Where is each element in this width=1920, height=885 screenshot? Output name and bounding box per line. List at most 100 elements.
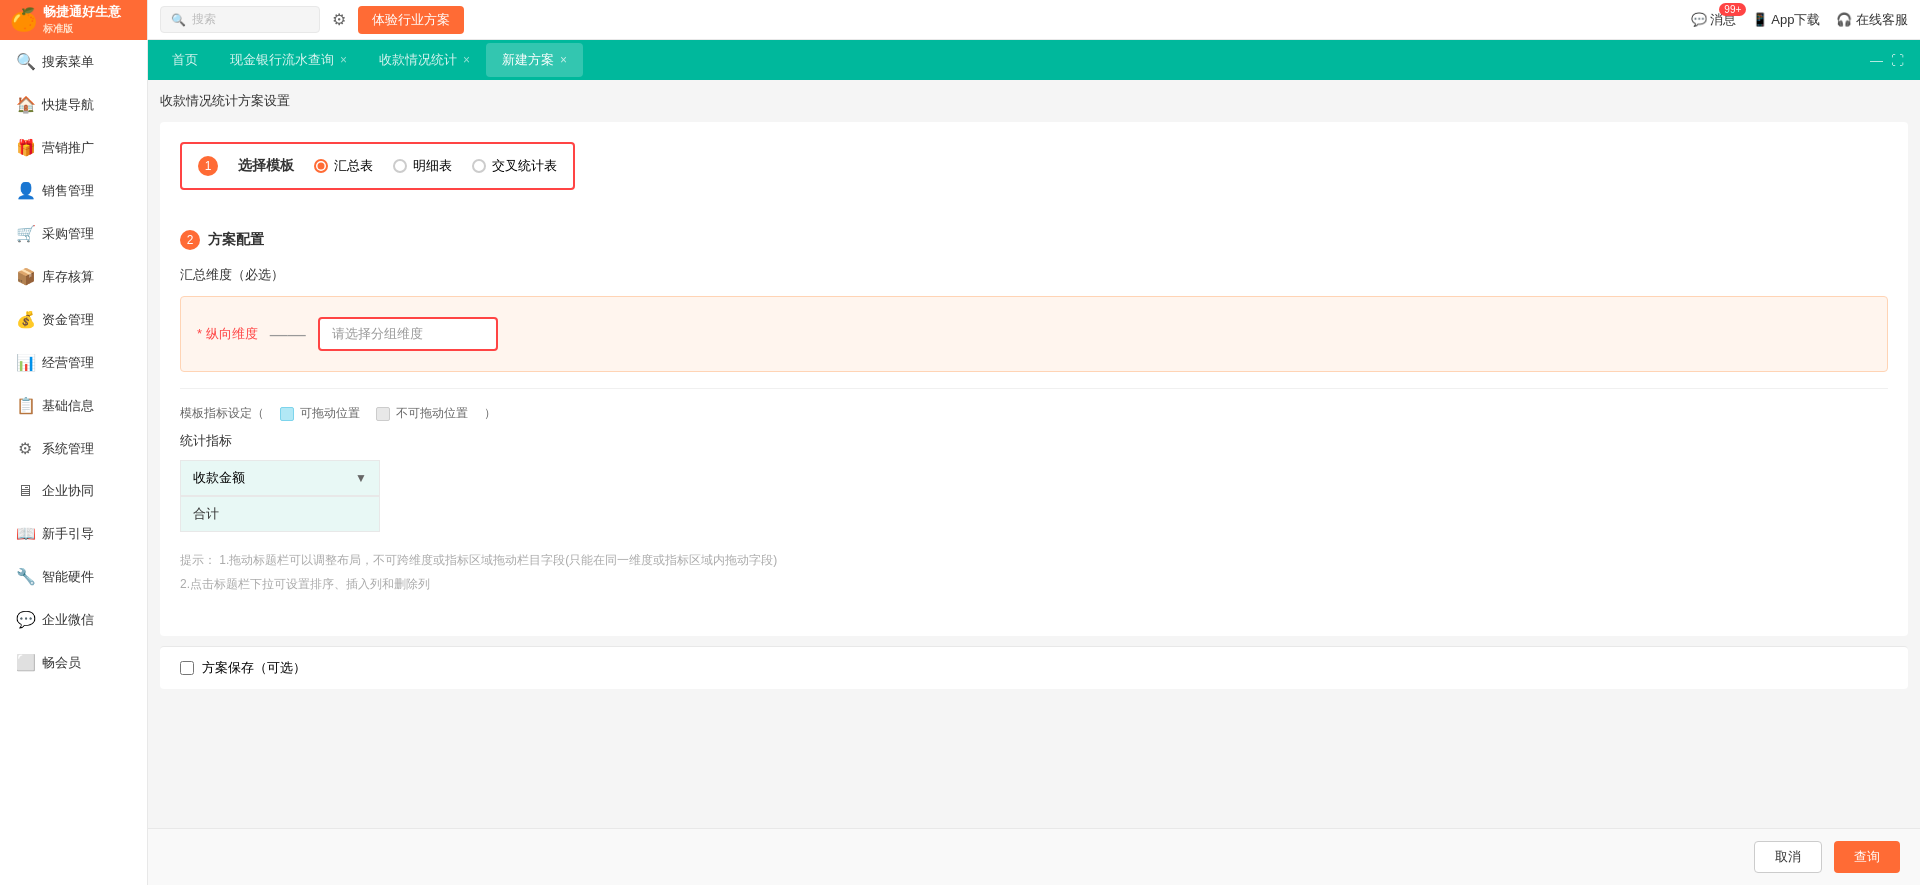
logo-version: 标准版 <box>43 22 121 36</box>
metrics-dropdown-icon[interactable]: ▼ <box>355 471 367 485</box>
service-icon: 🎧 <box>1836 12 1852 27</box>
radio-summary-label: 汇总表 <box>334 157 373 175</box>
sidebar-item-label: 搜索菜单 <box>42 53 94 71</box>
radio-detail-label: 明细表 <box>413 157 452 175</box>
template-select-box: 1 选择模板 汇总表 明细表 交叉统计表 <box>180 142 575 190</box>
metrics-legend-suffix: ） <box>484 405 496 422</box>
tab-home[interactable]: 首页 <box>156 43 214 77</box>
radio-summary-dot[interactable] <box>314 159 328 173</box>
sidebar-item-operation[interactable]: 📊 经营管理 <box>0 341 147 384</box>
step1-header: 1 选择模板 汇总表 明细表 交叉统计表 <box>180 142 1888 210</box>
nav-tabs: 首页 现金银行流水查询 × 收款情况统计 × 新建方案 × — ⛶ <box>148 40 1920 80</box>
fixed-box <box>376 407 390 421</box>
step2-section: 2 方案配置 汇总维度（必选） * 纵向维度 —— 请选择分组维度 <box>180 230 1888 596</box>
radio-detail[interactable]: 明细表 <box>393 157 452 175</box>
sidebar-item-purchase[interactable]: 🛒 采购管理 <box>0 212 147 255</box>
radio-summary[interactable]: 汇总表 <box>314 157 373 175</box>
sidebar-item-quick-nav[interactable]: 🏠 快捷导航 <box>0 83 147 126</box>
main-card: 1 选择模板 汇总表 明细表 交叉统计表 <box>160 122 1908 636</box>
sidebar-item-wechat[interactable]: 💬 企业微信 <box>0 598 147 641</box>
metrics-row-total: 合计 <box>181 496 379 531</box>
sidebar-item-marketing[interactable]: 🎁 营销推广 <box>0 126 147 169</box>
sidebar-item-label: 企业微信 <box>42 611 94 629</box>
arrow-icon: —— <box>270 324 306 345</box>
sidebar-item-label: 经营管理 <box>42 354 94 372</box>
sidebar-item-label: 营销推广 <box>42 139 94 157</box>
tab-receipt-stat[interactable]: 收款情况统计 × <box>363 43 486 77</box>
dimension-select-placeholder: 请选择分组维度 <box>332 325 423 343</box>
tab-bank-flow-close[interactable]: × <box>340 53 347 67</box>
tab-receipt-stat-close[interactable]: × <box>463 53 470 67</box>
radio-cross-dot[interactable] <box>472 159 486 173</box>
trial-button[interactable]: 体验行业方案 <box>358 6 464 34</box>
legend-movable: 可拖动位置 <box>280 405 360 422</box>
metrics-header-label: 收款金额 <box>193 469 245 487</box>
sidebar: 🍊 畅捷通好生意 标准版 🔍 搜索菜单 🏠 快捷导航 🎁 营销推广 👤 销售管理… <box>0 0 148 885</box>
gear-icon[interactable]: ⚙ <box>332 10 346 29</box>
message-icon: 💬 <box>1691 12 1707 27</box>
gift-icon: 🎁 <box>16 138 34 157</box>
radio-cross-label: 交叉统计表 <box>492 157 557 175</box>
sidebar-item-label: 基础信息 <box>42 397 94 415</box>
dimension-select-dropdown[interactable]: 请选择分组维度 <box>318 317 498 351</box>
save-checkbox[interactable] <box>180 661 194 675</box>
topbar-right: 💬 消息 99+ 📱 App下载 🎧 在线客服 <box>1691 11 1908 29</box>
sidebar-item-enterprise[interactable]: 🖥 企业协同 <box>0 470 147 512</box>
chart-icon: 📊 <box>16 353 34 372</box>
dimension-row: * 纵向维度 —— 请选择分组维度 <box>197 317 1871 351</box>
nav-controls: — ⛶ <box>1870 53 1912 68</box>
logo-icon: 🍊 <box>10 7 37 33</box>
sidebar-item-search-menu[interactable]: 🔍 搜索菜单 <box>0 40 147 83</box>
tab-bank-flow-label: 现金银行流水查询 <box>230 51 334 69</box>
hint-1: 提示： 1.拖动标题栏可以调整布局，不可跨维度或指标区域拖动栏目字段(只能在同一… <box>180 548 1888 572</box>
sidebar-item-base-info[interactable]: 📋 基础信息 <box>0 384 147 427</box>
sidebar-logo: 🍊 畅捷通好生意 标准版 <box>0 0 147 40</box>
page-title: 收款情况统计方案设置 <box>160 92 1908 110</box>
tab-new-plan-close[interactable]: × <box>560 53 567 67</box>
download-icon: 📱 <box>1752 12 1768 27</box>
message-badge[interactable]: 💬 消息 99+ <box>1691 11 1737 29</box>
sidebar-item-inventory[interactable]: 📦 库存核算 <box>0 255 147 298</box>
sidebar-item-system[interactable]: ⚙ 系统管理 <box>0 427 147 470</box>
sidebar-item-member[interactable]: ⬜ 畅会员 <box>0 641 147 684</box>
metrics-header[interactable]: 收款金额 ▼ <box>181 461 379 496</box>
tab-home-label: 首页 <box>172 51 198 69</box>
topbar: 🔍 搜索 ⚙ 体验行业方案 💬 消息 99+ 📱 App下载 🎧 在线客服 <box>148 0 1920 40</box>
sidebar-item-finance[interactable]: 💰 资金管理 <box>0 298 147 341</box>
sidebar-item-label: 系统管理 <box>42 440 94 458</box>
box-icon: 📦 <box>16 267 34 286</box>
settings-icon: ⚙ <box>16 439 34 458</box>
radio-detail-dot[interactable] <box>393 159 407 173</box>
step2-title: 方案配置 <box>208 231 264 249</box>
sidebar-item-hardware[interactable]: 🔧 智能硬件 <box>0 555 147 598</box>
config-section: 汇总维度（必选） * 纵向维度 —— 请选择分组维度 <box>180 266 1888 596</box>
sidebar-item-label: 企业协同 <box>42 482 94 500</box>
radio-cross[interactable]: 交叉统计表 <box>472 157 557 175</box>
metrics-title: 统计指标 <box>180 432 1888 450</box>
vertical-dimension-label: * 纵向维度 <box>197 325 258 343</box>
sidebar-item-label: 库存核算 <box>42 268 94 286</box>
metrics-table: 收款金额 ▼ 合计 <box>180 460 380 532</box>
download-label: App下载 <box>1771 12 1820 27</box>
tab-receipt-stat-label: 收款情况统计 <box>379 51 457 69</box>
hints-area: 提示： 1.拖动标题栏可以调整布局，不可跨维度或指标区域拖动栏目字段(只能在同一… <box>180 548 1888 596</box>
tab-new-plan[interactable]: 新建方案 × <box>486 43 583 77</box>
dimension-section-label: 汇总维度（必选） <box>180 266 1888 284</box>
search-box[interactable]: 🔍 搜索 <box>160 6 320 33</box>
query-button[interactable]: 查询 <box>1834 841 1900 873</box>
save-label: 方案保存（可选） <box>202 659 306 677</box>
nav-minimize-icon[interactable]: — <box>1870 53 1883 68</box>
money-icon: 💰 <box>16 310 34 329</box>
sidebar-item-sales[interactable]: 👤 销售管理 <box>0 169 147 212</box>
service-link[interactable]: 🎧 在线客服 <box>1836 11 1908 29</box>
nav-fullscreen-icon[interactable]: ⛶ <box>1891 53 1904 68</box>
sidebar-item-guide[interactable]: 📖 新手引导 <box>0 512 147 555</box>
search-placeholder: 搜索 <box>192 11 216 28</box>
cancel-button[interactable]: 取消 <box>1754 841 1822 873</box>
tab-bank-flow[interactable]: 现金银行流水查询 × <box>214 43 363 77</box>
logo-text: 畅捷通好生意 <box>43 4 121 20</box>
badge-count: 99+ <box>1719 3 1746 16</box>
step1-title: 选择模板 <box>238 157 294 175</box>
sidebar-item-label: 畅会员 <box>42 654 81 672</box>
download-link[interactable]: 📱 App下载 <box>1752 11 1820 29</box>
